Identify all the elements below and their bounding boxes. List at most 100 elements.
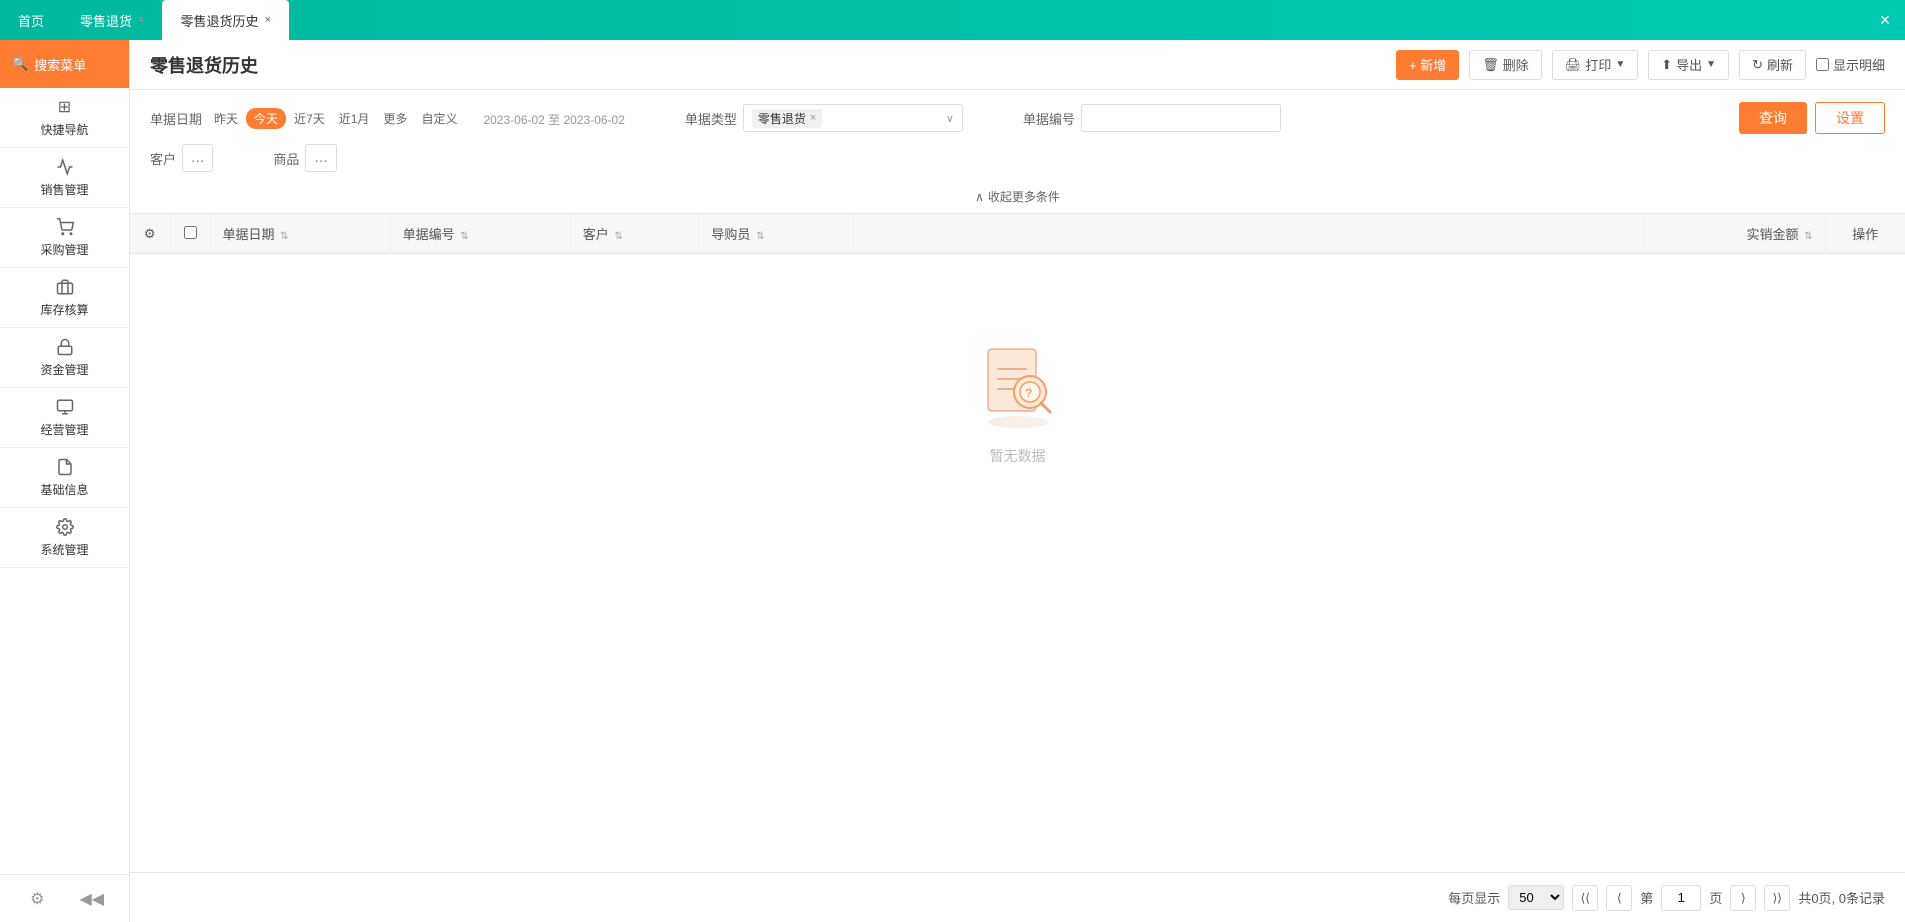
type-select-arrow-icon: ∨: [946, 112, 954, 125]
sidebar-item-inventory[interactable]: 库存核算: [0, 268, 129, 328]
print-button[interactable]: 🖨 打印 ▼: [1552, 50, 1638, 80]
sidebar-item-finance-label: 资金管理: [40, 361, 88, 378]
tab-retail-return-history-label: 零售退货历史: [180, 11, 258, 30]
content-area: 零售退货历史 + 新增 🗑 删除 🖨 打印 ▼ ⬆ 导出 ▼: [130, 40, 1905, 922]
th-customer-label: 客户: [583, 227, 609, 242]
th-number-label: 单据编号: [403, 227, 455, 242]
tab-list: 首页 零售退货 × 零售退货历史 ×: [0, 0, 1865, 40]
sidebar-item-operations[interactable]: 经营管理: [0, 388, 129, 448]
refresh-button[interactable]: ↻ 刷新: [1739, 50, 1806, 80]
tab-retail-return-history-close[interactable]: ×: [264, 14, 270, 26]
tab-retail-return-label: 零售退货: [80, 11, 132, 30]
export-dropdown-icon: ▼: [1706, 59, 1716, 70]
sidebar-search[interactable]: 🔍 搜索菜单: [0, 40, 129, 88]
type-tag-label: 零售退货: [758, 110, 806, 127]
date-filter-label: 单据日期: [150, 109, 202, 128]
customer-input[interactable]: ...: [182, 144, 213, 172]
empty-state: ? 暂无数据: [130, 254, 1905, 546]
th-settings[interactable]: ⚙: [130, 214, 170, 254]
select-all-checkbox[interactable]: [184, 226, 197, 239]
date-range-text: 2023-06-02 至 2023-06-02: [483, 111, 624, 128]
date-option-more[interactable]: 更多: [377, 108, 413, 129]
sidebar-item-sales-mgmt[interactable]: 销售管理: [0, 148, 129, 208]
filter-settings-button[interactable]: 设置: [1815, 102, 1885, 134]
total-records: 共0页, 0条记录: [1798, 888, 1885, 907]
tab-retail-return-close[interactable]: ×: [138, 14, 144, 26]
tab-retail-return-history[interactable]: 零售退货历史 ×: [162, 0, 288, 40]
new-button[interactable]: + 新增: [1396, 50, 1459, 80]
sidebar-item-quick-nav[interactable]: ⊞ 快捷导航: [0, 88, 129, 148]
sidebar-item-operations-label: 经营管理: [40, 421, 88, 438]
th-date[interactable]: 单据日期 ⇅: [210, 214, 390, 254]
settings-gear-button[interactable]: ⚙: [21, 883, 53, 915]
print-icon: 🖨: [1565, 57, 1582, 73]
sidebar-item-sales-mgmt-label: 销售管理: [40, 181, 88, 198]
type-filter-label: 单据类型: [685, 109, 737, 128]
number-filter: 单据编号: [1023, 104, 1281, 132]
export-button[interactable]: ⬆ 导出 ▼: [1648, 50, 1729, 80]
th-amount[interactable]: 实销金额 ⇅: [1645, 214, 1825, 254]
prev-page-button[interactable]: ⟨: [1606, 885, 1632, 911]
filter-buttons: 查询 设置: [1739, 102, 1885, 134]
sales-mgmt-icon: [55, 157, 75, 177]
query-button[interactable]: 查询: [1739, 102, 1807, 134]
export-icon: ⬆: [1661, 57, 1672, 73]
empty-text: 暂无数据: [990, 446, 1046, 466]
page-title: 零售退货历史: [150, 52, 258, 78]
number-filter-label: 单据编号: [1023, 109, 1075, 128]
sidebar-search-label: 搜索菜单: [34, 55, 86, 74]
th-customer[interactable]: 客户 ⇅: [570, 214, 699, 254]
goods-input[interactable]: ...: [305, 144, 336, 172]
sidebar-item-quick-nav-label: 快捷导航: [40, 121, 88, 138]
window-close-button[interactable]: ×: [1865, 0, 1905, 40]
sidebar: 🔍 搜索菜单 ⊞ 快捷导航 销售管理 采购管理: [0, 40, 130, 922]
sidebar-item-basic-info-label: 基础信息: [40, 481, 88, 498]
type-tag-close[interactable]: ×: [810, 112, 816, 124]
sidebar-bottom: ⚙ ◀◀: [0, 874, 129, 922]
sidebar-item-basic-info[interactable]: 基础信息: [0, 448, 129, 508]
date-option-custom[interactable]: 自定义: [415, 108, 463, 129]
filter-area: 单据日期 昨天 今天 近7天 近1月 更多 自定义 2023-06-02 至 2…: [130, 90, 1905, 214]
date-option-yesterday[interactable]: 昨天: [208, 108, 244, 129]
filter-row-2: 客户 ... 商品 ...: [150, 144, 1885, 172]
date-option-today[interactable]: 今天: [246, 108, 286, 129]
th-number[interactable]: 单据编号 ⇅: [390, 214, 570, 254]
show-detail-label: 显示明细: [1833, 55, 1885, 74]
page-number-input[interactable]: [1661, 885, 1701, 911]
show-detail-input[interactable]: [1816, 58, 1829, 71]
sidebar-sound-button[interactable]: ◀◀: [76, 883, 108, 915]
empty-icon: ?: [968, 334, 1068, 434]
collapse-bar[interactable]: ∧ 收起更多条件: [150, 182, 1885, 213]
date-option-1month[interactable]: 近1月: [333, 108, 376, 129]
first-page-button[interactable]: ⟨⟨: [1572, 885, 1598, 911]
tab-home[interactable]: 首页: [0, 0, 62, 40]
goods-filter: 商品 ...: [273, 144, 336, 172]
th-checkbox[interactable]: [170, 214, 210, 254]
sidebar-menu: ⊞ 快捷导航 销售管理 采购管理 库存核算: [0, 88, 129, 874]
th-guide-sort-icon: ⇅: [756, 231, 764, 242]
delete-button[interactable]: 🗑 删除: [1469, 50, 1542, 80]
page-size-label: 每页显示: [1448, 888, 1500, 907]
date-filter: 单据日期 昨天 今天 近7天 近1月 更多 自定义: [150, 108, 463, 129]
th-date-sort-icon: ⇅: [280, 231, 288, 242]
page-size-select[interactable]: 50 100 200: [1508, 885, 1564, 910]
sidebar-item-purchase-mgmt[interactable]: 采购管理: [0, 208, 129, 268]
inventory-icon: [55, 277, 75, 297]
th-guide[interactable]: 导购员 ⇅: [699, 214, 853, 254]
date-option-7days[interactable]: 近7天: [288, 108, 331, 129]
th-amount-sort-icon: ⇅: [1804, 231, 1812, 242]
operations-icon: [55, 397, 75, 417]
sidebar-item-system-mgmt[interactable]: 系统管理: [0, 508, 129, 568]
header-actions: + 新增 🗑 删除 🖨 打印 ▼ ⬆ 导出 ▼ ↻ 刷新: [1396, 50, 1885, 80]
th-amount-label: 实销金额: [1746, 227, 1798, 242]
svg-text:?: ?: [1025, 386, 1032, 400]
next-page-button[interactable]: ⟩: [1730, 885, 1756, 911]
type-filter: 单据类型 零售退货 × ∨: [685, 104, 963, 132]
type-select[interactable]: 零售退货 × ∨: [743, 104, 963, 132]
sidebar-item-finance[interactable]: 资金管理: [0, 328, 129, 388]
show-detail-checkbox[interactable]: 显示明细: [1816, 55, 1885, 74]
tab-retail-return[interactable]: 零售退货 ×: [62, 0, 162, 40]
last-page-button[interactable]: ⟩⟩: [1764, 885, 1790, 911]
number-input[interactable]: [1081, 104, 1281, 132]
data-table: ⚙ 单据日期 ⇅ 单据编号 ⇅: [130, 214, 1905, 254]
